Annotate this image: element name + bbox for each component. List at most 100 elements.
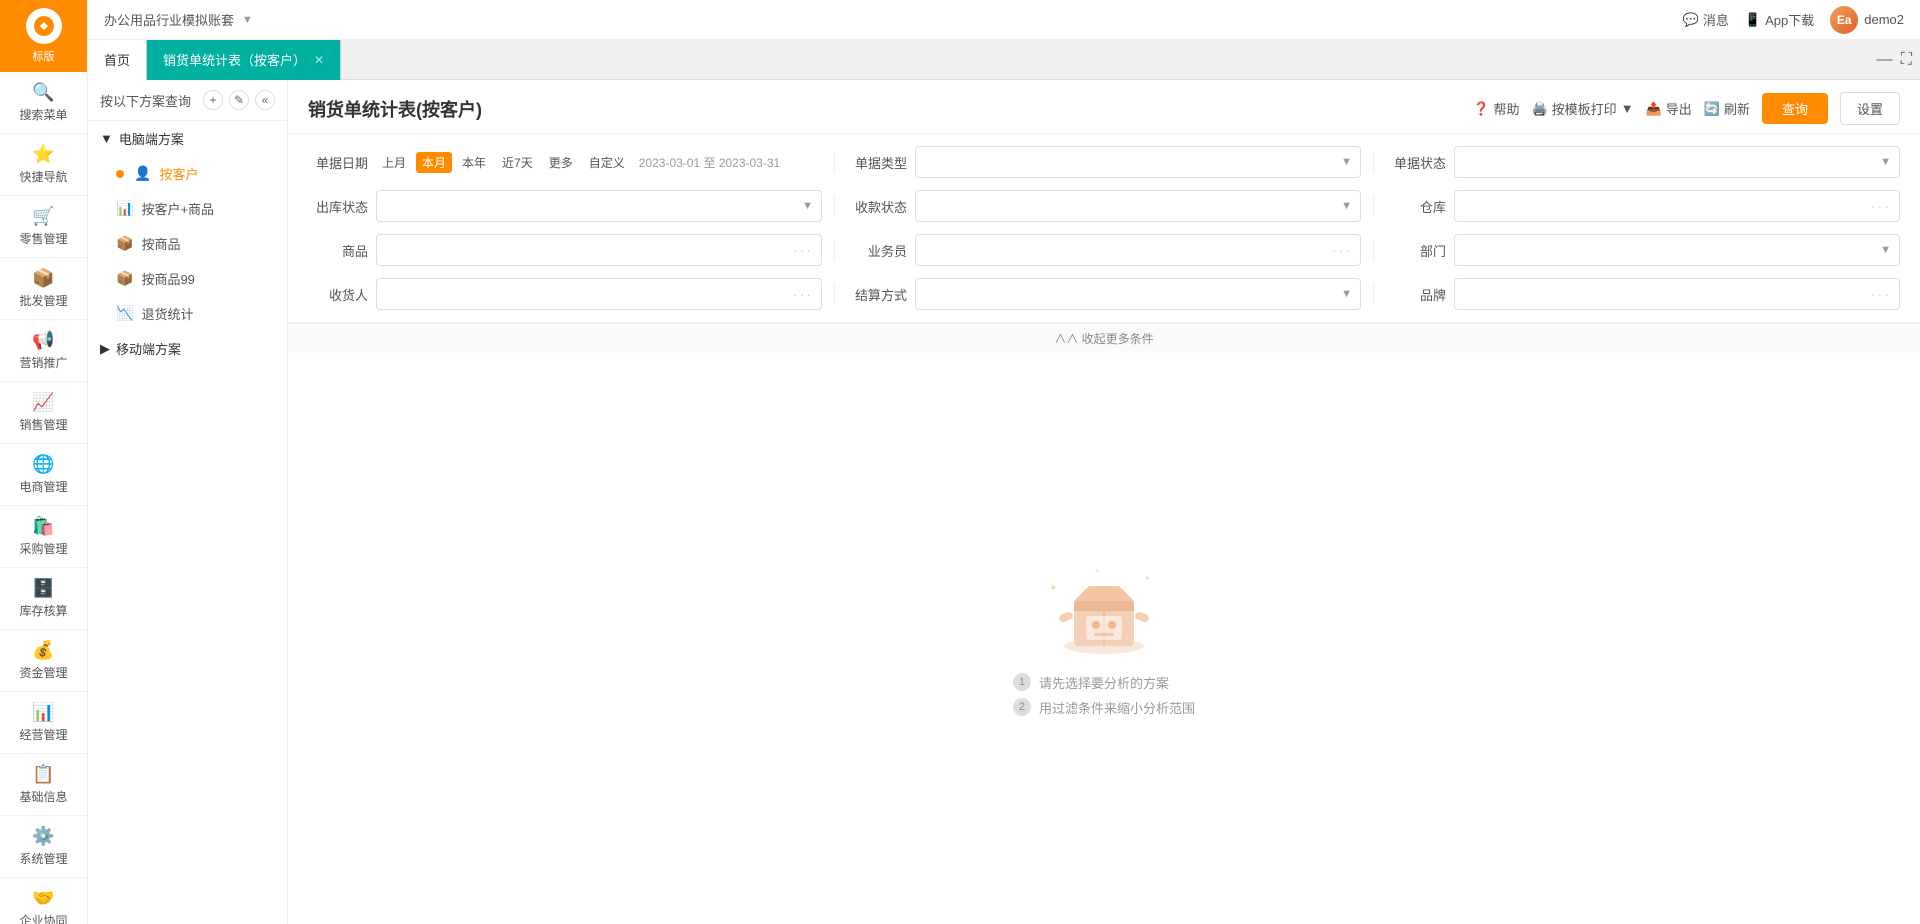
sidebar-item-label: 库存核算 [19,602,67,619]
header-right: 💬 消息 📱 App下载 Ea demo2 [1683,6,1904,34]
collapse-bar[interactable]: ∧∧ 收起更多条件 [288,323,1920,353]
tab-close-icon[interactable]: ✕ [314,53,324,67]
consignee-control[interactable]: ··· [376,278,822,310]
receipt-status-label: 收款状态 [847,197,907,216]
scheme-item-by-goods[interactable]: 📦 按商品 [88,226,287,261]
sidebar-item-enterprise[interactable]: 🤝 企业协同 [0,878,87,924]
date-tab-this-year[interactable]: 本年 [456,152,492,173]
sidebar-item-label: 企业协同 [19,912,67,924]
filter-row-4: 收货人 ··· 结算方式 ▼ [308,278,1900,310]
tab-minimize-icon[interactable]: — [1877,51,1893,69]
refresh-button[interactable]: 🔄 刷新 [1704,99,1750,118]
marketing-icon: 📢 [32,330,54,351]
divider-5 [834,240,835,260]
divider-4 [1373,196,1374,216]
sidebar-item-business[interactable]: 📊 经营管理 [0,692,87,754]
settlement-label: 结算方式 [847,285,907,304]
sidebar-item-system[interactable]: ⚙️ 系统管理 [0,816,87,878]
edit-scheme-button[interactable]: ✎ [229,90,249,110]
message-icon: 💬 [1683,12,1699,28]
sidebar-item-quick-nav[interactable]: ⭐ 快捷导航 [0,134,87,196]
date-tab-this-month[interactable]: 本月 [416,152,452,173]
top-header: 办公用品行业模拟账套 ▼ 💬 消息 📱 App下载 Ea demo2 [88,0,1920,40]
user-menu[interactable]: Ea demo2 [1830,6,1904,34]
query-button[interactable]: 查询 [1762,93,1828,124]
goods-control[interactable]: ··· [376,234,822,266]
filter-field-doc-type: 单据类型 ▼ [847,146,1361,178]
tab-maximize-icon[interactable]: ⛶ [1901,51,1912,69]
date-tab-custom[interactable]: 自定义 [583,152,631,173]
divider-8 [1373,284,1374,304]
sidebar-item-retail[interactable]: 🛒 零售管理 [0,196,87,258]
scheme-item-label: 按客户+商品 [141,199,214,218]
sidebar-item-inventory[interactable]: 🗄️ 库存核算 [0,568,87,630]
username: demo2 [1864,12,1904,27]
export-button[interactable]: 📤 导出 [1646,99,1692,118]
sidebar-item-wholesale[interactable]: 📦 批发管理 [0,258,87,320]
sidebar-item-marketing[interactable]: 📢 营销推广 [0,320,87,382]
doc-type-control[interactable]: ▼ [915,146,1361,178]
filter-field-dept: 部门 ▼ [1386,234,1900,266]
filter-field-receipt-status: 收款状态 ▼ [847,190,1361,222]
receipt-status-control[interactable]: ▼ [915,190,1361,222]
left-panel-title: 按以下方案查询 [100,91,191,110]
date-tab-more[interactable]: 更多 [543,152,579,173]
hint-num-2: 2 [1013,698,1031,716]
brand-more-icon: ··· [1871,286,1891,302]
hint-item-2: 2 用过滤条件来缩小分析范围 [1013,698,1195,717]
sidebar-item-search[interactable]: 🔍 搜索菜单 [0,72,87,134]
date-tab-last-7[interactable]: 近7天 [496,152,539,173]
sidebar-item-sales[interactable]: 📈 销售管理 [0,382,87,444]
help-icon: ❓ [1473,101,1489,117]
scheme-group-mobile-header[interactable]: ▶ 移动端方案 [88,331,287,366]
filter-field-date: 单据日期 上月 本月 本年 近7天 更多 自定义 2023-03-01 至 20… [308,152,822,173]
system-icon: ⚙️ [32,826,54,847]
scheme-group-mobile: ▶ 移动端方案 [88,331,287,366]
sidebar-item-label: 系统管理 [19,850,67,867]
print-dropdown-icon[interactable]: ▼ [1621,101,1634,116]
brand-control[interactable]: ··· [1454,278,1900,310]
app-download-label: App下载 [1765,10,1814,29]
tab-home[interactable]: 首页 [88,40,147,80]
print-button[interactable]: 🖨️ 按模板打印 ▼ [1531,99,1633,118]
warehouse-control[interactable]: ··· [1454,190,1900,222]
warehouse-more-icon: ··· [1871,198,1891,214]
scheme-item-by-goods-99[interactable]: 📦 按商品99 [88,261,287,296]
add-scheme-button[interactable]: + [203,90,223,110]
out-status-control[interactable]: ▼ [376,190,822,222]
tab-sales-stats-label: 销货单统计表（按客户） [163,50,306,69]
sidebar-item-basic[interactable]: 📋 基础信息 [0,754,87,816]
title-dropdown-arrow[interactable]: ▼ [242,14,253,26]
divider-2 [1373,152,1374,172]
scheme-group-desktop-header[interactable]: ▼ 电脑端方案 [88,121,287,156]
logo-label: 标版 [33,48,55,64]
sidebar-item-purchase[interactable]: 🛍️ 采购管理 [0,506,87,568]
app-download-button[interactable]: 📱 App下载 [1745,10,1814,29]
scheme-item-by-customer-goods[interactable]: 📊 按客户+商品 [88,191,287,226]
tab-sales-stats[interactable]: 销货单统计表（按客户） ✕ [147,40,341,80]
help-button[interactable]: ❓ 帮助 [1473,99,1519,118]
collapse-label: 收起更多条件 [1082,332,1154,346]
sidebar-item-ecommerce[interactable]: 🌐 电商管理 [0,444,87,506]
settlement-control[interactable]: ▼ [915,278,1361,310]
doc-status-control[interactable]: ▼ [1454,146,1900,178]
sidebar-item-label: 零售管理 [19,230,67,247]
scheme-item-return-stats[interactable]: 📉 退货统计 [88,296,287,331]
filter-field-brand: 品牌 ··· [1386,278,1900,310]
page-header: 销货单统计表(按客户) ❓ 帮助 🖨️ 按模板打印 ▼ 📤 导出 [288,80,1920,134]
sales-icon: 📈 [32,392,54,413]
left-panel-header: 按以下方案查询 + ✎ « [88,80,287,121]
sidebar: 标版 🔍 搜索菜单 ⭐ 快捷导航 🛒 零售管理 📦 批发管理 📢 营销推广 📈 … [0,0,88,924]
scheme-item-by-customer[interactable]: 👤 按客户 [88,156,287,191]
collapse-panel-button[interactable]: « [255,90,275,110]
receipt-status-arrow-icon: ▼ [1341,200,1352,212]
message-button[interactable]: 💬 消息 [1683,10,1729,29]
date-tab-last-month[interactable]: 上月 [376,152,412,173]
business-icon: 📊 [32,702,54,723]
sidebar-item-finance[interactable]: 💰 资金管理 [0,630,87,692]
salesperson-control[interactable]: ··· [915,234,1361,266]
dept-control[interactable]: ▼ [1454,234,1900,266]
refresh-icon: 🔄 [1704,101,1720,117]
inventory-icon: 🗄️ [32,578,54,599]
settings-button[interactable]: 设置 [1840,92,1900,125]
